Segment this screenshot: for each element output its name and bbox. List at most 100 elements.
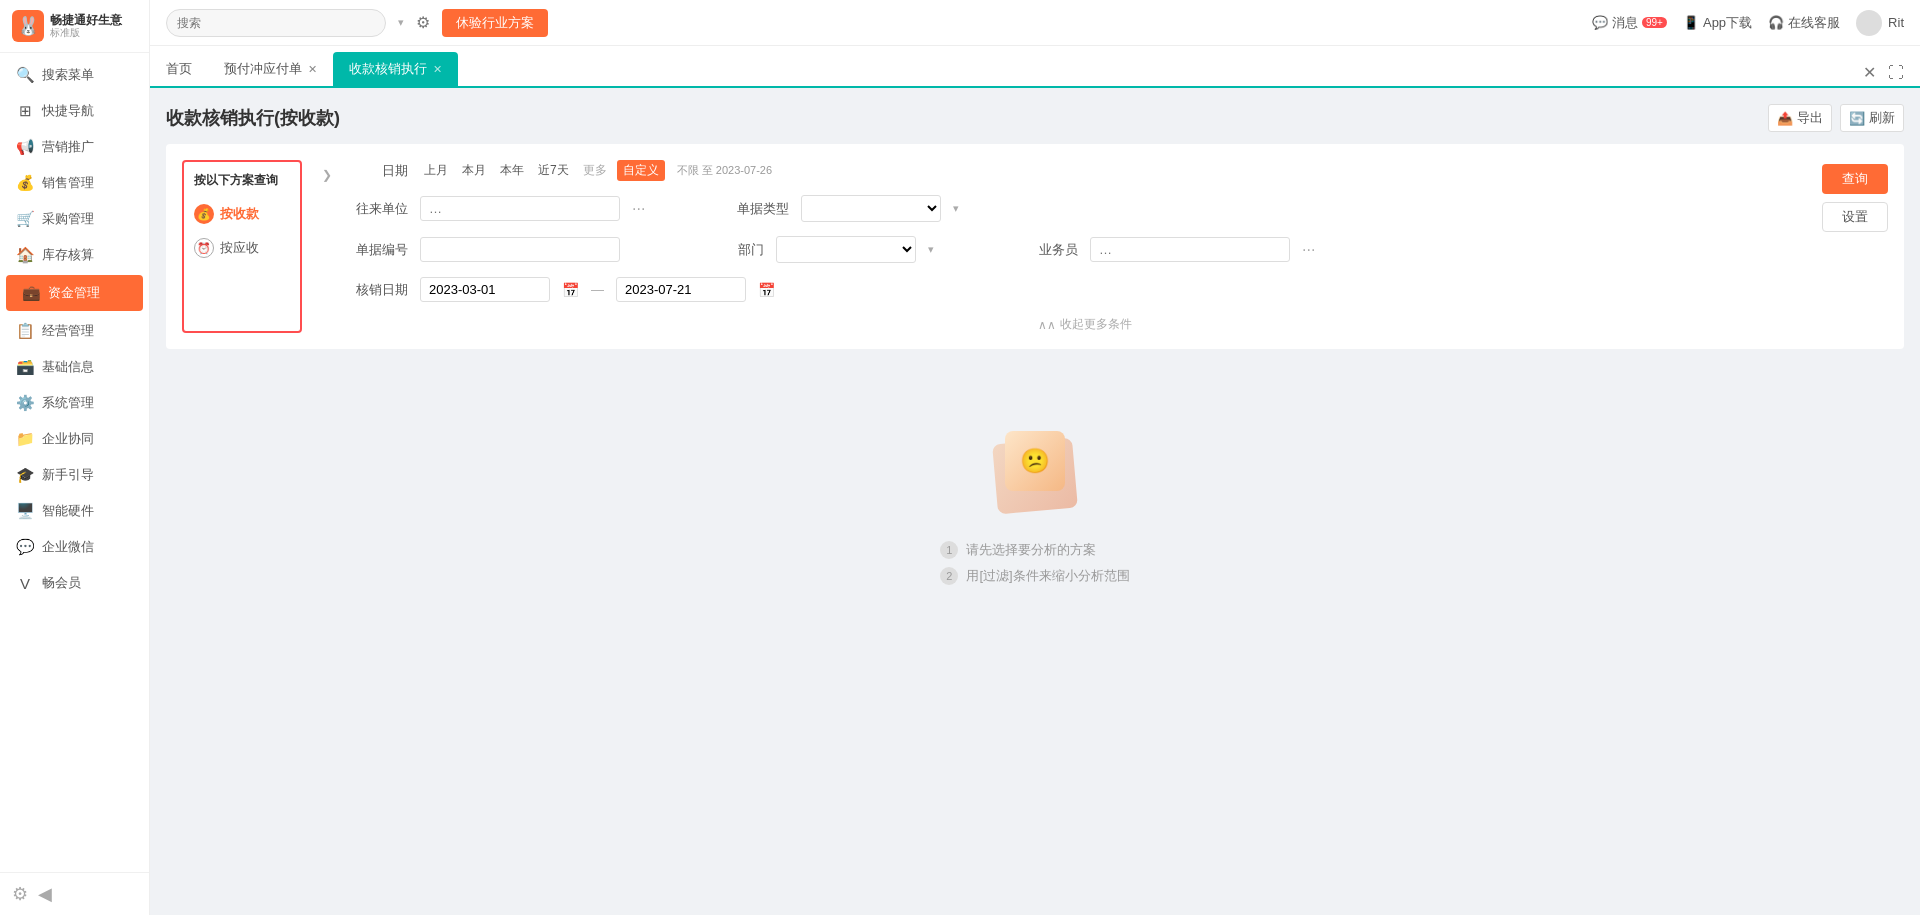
partner-input[interactable]: [420, 196, 620, 221]
message-action[interactable]: 💬 消息 99+: [1592, 14, 1667, 32]
date-this-month-btn[interactable]: 本月: [458, 160, 490, 181]
sidebar-icon-system: ⚙️: [16, 394, 34, 412]
app-download-action[interactable]: 📱 App下载: [1683, 14, 1752, 32]
sidebar-item-smart-hardware[interactable]: 🖥️ 智能硬件: [0, 493, 149, 529]
filter-sidebar-collapse-icon[interactable]: ❯: [318, 168, 336, 182]
doc-type-select[interactable]: [801, 195, 941, 222]
tab-prepay-close-icon[interactable]: ✕: [308, 63, 317, 76]
sidebar-item-system[interactable]: ⚙️系统管理: [0, 385, 149, 421]
message-icon: 💬: [1592, 15, 1608, 30]
filter-option-by-receipt[interactable]: 💰 按收款: [184, 197, 300, 231]
filter-form: 日期 上月 本月 本年 近7天 更多 自定义 不限 至 2023-07-26: [348, 160, 1888, 333]
sidebar-label-vip-member: 畅会员: [42, 574, 81, 592]
filter-option-by-receivable[interactable]: ⏰ 按应收: [184, 231, 300, 265]
query-button[interactable]: 查询: [1822, 164, 1888, 194]
tab-bar-actions: ✕ ⛶: [1847, 59, 1920, 86]
writeoff-date-label: 核销日期: [348, 281, 408, 299]
header-gear-icon[interactable]: ⚙: [416, 13, 430, 32]
sidebar-icon-vip-member: V: [16, 575, 34, 592]
date-last-7days-btn[interactable]: 近7天: [534, 160, 573, 181]
collapse-more-label: 收起更多条件: [1060, 316, 1132, 333]
sidebar-label-smart-hardware: 智能硬件: [42, 502, 94, 520]
sidebar-item-marketing[interactable]: 📢营销推广: [0, 129, 149, 165]
filter-row-partner-doctype: 往来单位 ··· 单据类型 ▾: [348, 195, 1822, 222]
sidebar-item-finance[interactable]: 💼资金管理: [6, 275, 143, 311]
filter-settings-button[interactable]: 设置: [1822, 202, 1888, 232]
tab-receivable-offset[interactable]: 收款核销执行 ✕: [333, 52, 458, 88]
sidebar-item-purchase[interactable]: 🛒采购管理: [0, 201, 149, 237]
tab-receivable-close-icon[interactable]: ✕: [433, 63, 442, 76]
doc-type-label: 单据类型: [729, 200, 789, 218]
sidebar-item-basic-info[interactable]: 🗃️基础信息: [0, 349, 149, 385]
tab-close-all-icon[interactable]: ✕: [1859, 59, 1880, 86]
hint-text-2: 用[过滤]条件来缩小分析范围: [966, 567, 1129, 585]
partner-dots-icon[interactable]: ···: [632, 200, 645, 218]
writeoff-date-start-calendar-icon[interactable]: 📅: [562, 282, 579, 298]
tab-home[interactable]: 首页: [150, 52, 208, 88]
date-quick-group: 上月 本月 本年 近7天 更多 自定义: [420, 160, 665, 181]
sidebar-item-vip-member[interactable]: V 畅会员: [0, 565, 149, 601]
receivable-icon: ⏰: [194, 238, 214, 258]
tab-expand-icon[interactable]: ⛶: [1884, 60, 1908, 86]
settings-icon[interactable]: ⚙: [12, 883, 28, 905]
online-service-action[interactable]: 🎧 在线客服: [1768, 14, 1840, 32]
doc-no-input[interactable]: [420, 237, 620, 262]
sidebar-label-inventory: 库存核算: [42, 246, 94, 264]
sidebar-item-new-guide[interactable]: 🎓新手引导: [0, 457, 149, 493]
empty-hints: 1 请先选择要分析的方案 2 用[过滤]条件来缩小分析范围: [940, 541, 1129, 593]
sidebar-item-inventory[interactable]: 🏠库存核算: [0, 237, 149, 273]
date-label: 日期: [348, 162, 408, 180]
writeoff-date-end-input[interactable]: [616, 277, 746, 302]
page-header: 收款核销执行(按收款) 📤 导出 🔄 刷新: [166, 104, 1904, 132]
writeoff-date-start-input[interactable]: [420, 277, 550, 302]
message-badge: 99+: [1642, 17, 1667, 28]
sidebar-icon-smart-hardware: 🖥️: [16, 502, 34, 520]
search-input[interactable]: [166, 9, 386, 37]
refresh-button[interactable]: 🔄 刷新: [1840, 104, 1904, 132]
writeoff-date-end-calendar-icon[interactable]: 📅: [758, 282, 775, 298]
tab-prepay-offset[interactable]: 预付冲应付单 ✕: [208, 52, 333, 88]
user-name: Rit: [1888, 15, 1904, 30]
export-button[interactable]: 📤 导出: [1768, 104, 1832, 132]
page-title: 收款核销执行(按收款): [166, 106, 340, 130]
user-block[interactable]: Rit: [1856, 10, 1904, 36]
staff-dots-icon[interactable]: ···: [1302, 241, 1315, 259]
header-dropdown-icon[interactable]: ▾: [398, 16, 404, 29]
date-this-year-btn[interactable]: 本年: [496, 160, 528, 181]
collapse-more-btn[interactable]: ∧∧ 收起更多条件: [348, 316, 1822, 333]
filter-sidebar: 按以下方案查询 💰 按收款 ⏰ 按应收: [182, 160, 302, 333]
date-custom-btn[interactable]: 自定义: [617, 160, 665, 181]
header-actions: 💬 消息 99+ 📱 App下载 🎧 在线客服 Rit: [1592, 10, 1904, 36]
sidebar-item-quick-nav[interactable]: ⊞快捷导航: [0, 93, 149, 129]
sidebar-icon-search-menu: 🔍: [16, 66, 34, 84]
receipt-icon: 💰: [194, 204, 214, 224]
staff-input[interactable]: [1090, 237, 1290, 262]
date-last-month-btn[interactable]: 上月: [420, 160, 452, 181]
filter-row-date: 日期 上月 本月 本年 近7天 更多 自定义 不限 至 2023-07-26: [348, 160, 1822, 181]
sidebar-item-search-menu[interactable]: 🔍搜索菜单: [0, 57, 149, 93]
filter-row-docno-dept-staff: 单据编号 部门 ▾ 业务员 ···: [348, 236, 1822, 263]
dept-dropdown-icon: ▾: [928, 243, 934, 256]
sidebar-label-purchase: 采购管理: [42, 210, 94, 228]
sidebar-item-sales[interactable]: 💰销售管理: [0, 165, 149, 201]
date-more-btn[interactable]: 更多: [579, 160, 611, 181]
service-icon: 🎧: [1768, 15, 1784, 30]
dept-select[interactable]: [776, 236, 916, 263]
app-download-label: App下载: [1703, 14, 1752, 32]
sidebar-item-enterprise-coop[interactable]: 📁企业协同: [0, 421, 149, 457]
empty-state: 😕 1 请先选择要分析的方案 2 用[过滤]条件来缩小分析范围: [166, 361, 1904, 653]
tab-prepay-label: 预付冲应付单: [224, 60, 302, 78]
industry-solution-button[interactable]: 休验行业方案: [442, 9, 548, 37]
sidebar-icon-finance: 💼: [22, 284, 40, 302]
staff-label: 业务员: [1018, 241, 1078, 259]
sidebar-collapse-icon[interactable]: ◀: [38, 883, 52, 905]
sidebar-icon-enterprise-wechat: 💬: [16, 538, 34, 556]
sidebar-item-operations[interactable]: 📋经营管理: [0, 313, 149, 349]
logo-sub-text: 标准版: [50, 27, 122, 39]
tab-home-label: 首页: [166, 60, 192, 78]
sidebar-label-sales: 销售管理: [42, 174, 94, 192]
sidebar-icon-quick-nav: ⊞: [16, 102, 34, 120]
doc-no-label: 单据编号: [348, 241, 408, 259]
export-label: 导出: [1797, 109, 1823, 127]
sidebar-item-enterprise-wechat[interactable]: 💬企业微信: [0, 529, 149, 565]
